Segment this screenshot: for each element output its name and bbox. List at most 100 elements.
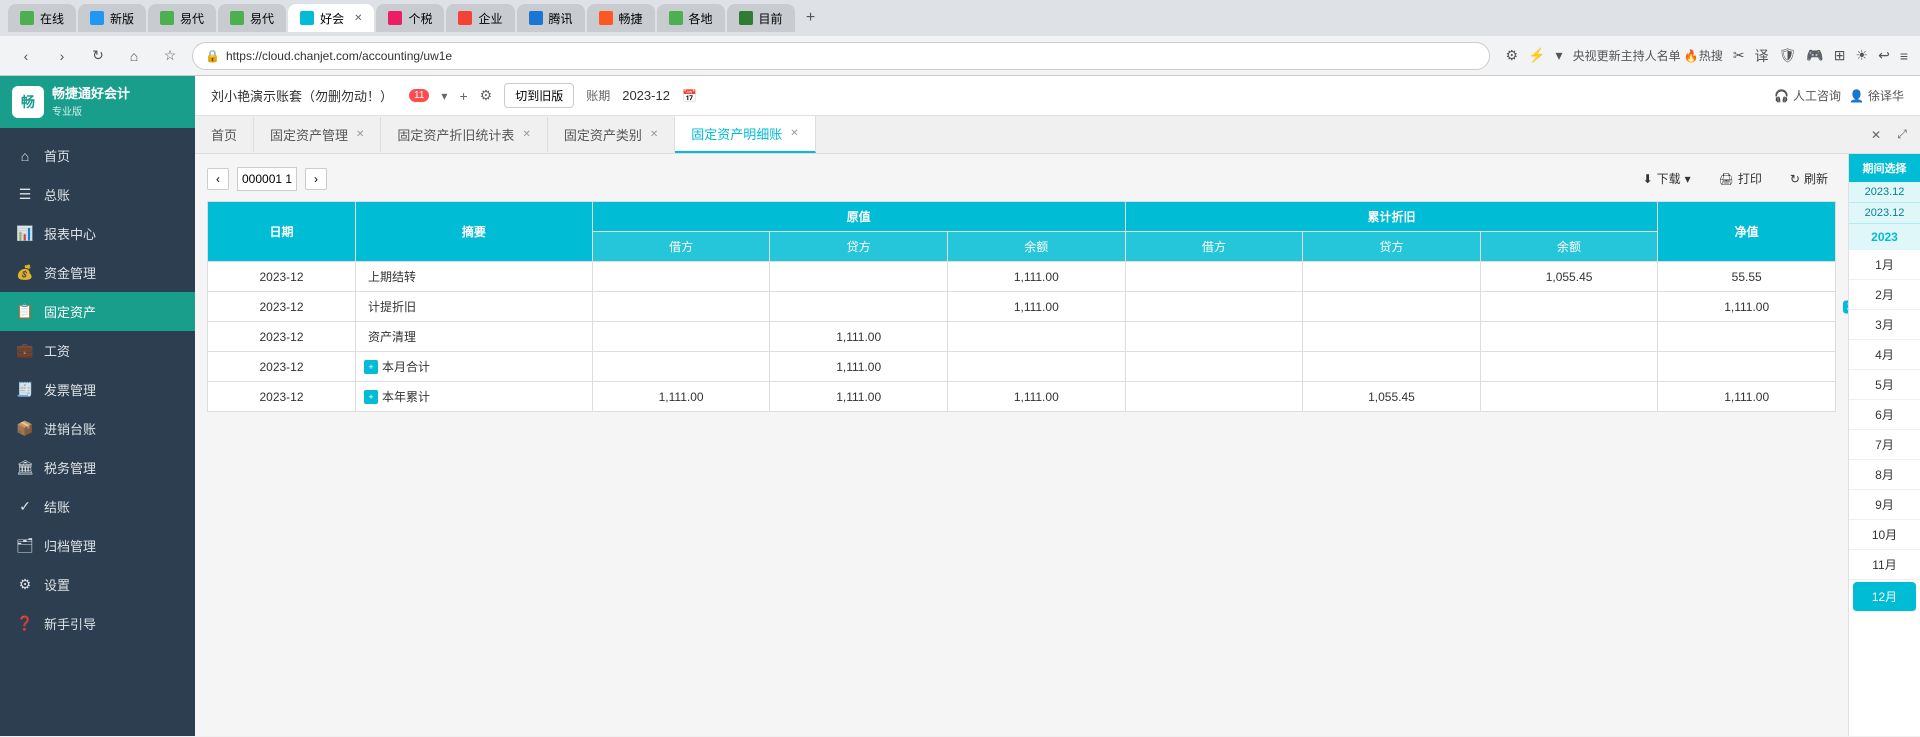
period-month-8[interactable]: 8月 — [1849, 460, 1920, 490]
forward-button[interactable]: › — [48, 42, 76, 70]
browser-tab-gedi[interactable]: 各地 — [657, 4, 725, 32]
sidebar-item-purchase-sales[interactable]: 📦 进销台账 — [0, 409, 195, 448]
period-month-4[interactable]: 4月 — [1849, 340, 1920, 370]
browser-toolbar: ⚙ ⚡ ▾ 央视更新主持人名单 🔥热搜 ✂ 译 🛡 🎮 ⊞ ☀ ↩ ≡ — [1506, 46, 1908, 66]
row-orig-debit-2 — [592, 322, 770, 352]
period-selected-end[interactable]: 2023.12 — [1849, 203, 1920, 224]
grid-icon[interactable]: ⊞ — [1834, 47, 1846, 64]
period-month-6[interactable]: 6月 — [1849, 400, 1920, 430]
period-month-3[interactable]: 3月 — [1849, 310, 1920, 340]
bookmark-button[interactable]: ☆ — [156, 42, 184, 70]
address-bar: ‹ › ↻ ⌂ ☆ 🔒 https://cloud.chanjet.com/ac… — [0, 36, 1920, 76]
next-page-btn[interactable]: › — [305, 168, 327, 190]
browser-tab-new[interactable]: 新版 — [78, 4, 146, 32]
sidebar-item-reports[interactable]: 📊 报表中心 — [0, 214, 195, 253]
period-month-2[interactable]: 2月 — [1849, 280, 1920, 310]
shield-icon[interactable]: 🛡 — [1779, 47, 1797, 64]
calendar-icon[interactable]: 📅 — [682, 89, 697, 103]
back-button[interactable]: ‹ — [12, 42, 40, 70]
sidebar-item-general-ledger[interactable]: ☰ 总账 — [0, 175, 195, 214]
tab-depreciation-stats[interactable]: 固定资产折旧统计表 ✕ — [381, 117, 547, 152]
period-month-10[interactable]: 10月 — [1849, 520, 1920, 550]
menu-icon[interactable]: ≡ — [1900, 48, 1908, 64]
period-month-9[interactable]: 9月 — [1849, 490, 1920, 520]
browser-tab-online[interactable]: 在线 — [8, 4, 76, 32]
browser-tab-geshui[interactable]: 个税 — [376, 4, 444, 32]
browser-tab-yidai2[interactable]: 易代 — [218, 4, 286, 32]
browser-tab-haokuai[interactable]: 好会 ✕ — [288, 4, 374, 32]
row-orig-credit-1 — [770, 292, 948, 322]
tab-close-haokuai[interactable]: ✕ — [354, 13, 362, 24]
tab-asset-category[interactable]: 固定资产类别 ✕ — [548, 117, 675, 152]
period-month-5[interactable]: 5月 — [1849, 370, 1920, 400]
gamepad-icon[interactable]: 🎮 — [1806, 47, 1823, 64]
url-input[interactable]: 🔒 https://cloud.chanjet.com/accounting/u… — [192, 42, 1490, 70]
sidebar-item-tax[interactable]: 🏛 税务管理 — [0, 448, 195, 487]
row-orig-balance-0: 1,111.00 — [947, 262, 1125, 292]
user-profile-btn[interactable]: 👤 徐译华 — [1849, 87, 1904, 104]
refresh-ledger-btn[interactable]: ↻ 刷新 — [1782, 166, 1836, 191]
sidebar-item-settings[interactable]: ⚙ 设置 — [0, 565, 195, 604]
download-btn[interactable]: ⬇ 下载 ▾ — [1635, 166, 1699, 191]
tab-close-depreciation-stats[interactable]: ✕ — [522, 129, 530, 140]
page-navigator: ‹ › — [207, 167, 327, 191]
year-badge: 2023 — [1843, 300, 1848, 313]
period-month-11[interactable]: 11月 — [1849, 550, 1920, 580]
sidebar-item-invoice[interactable]: 🧾 发票管理 — [0, 370, 195, 409]
tab-close-asset-detail[interactable]: ✕ — [790, 128, 798, 139]
sidebar-item-close-account[interactable]: ✓ 结账 — [0, 487, 195, 526]
app-title: 畅捷通好会计 — [52, 86, 130, 103]
sidebar-item-home[interactable]: ⌂ 首页 — [0, 136, 195, 175]
tab-close-asset-category[interactable]: ✕ — [650, 129, 658, 140]
scissors-icon[interactable]: ✂ — [1733, 47, 1745, 64]
row-orig-debit-4: 1,111.00 — [592, 382, 770, 412]
browser-tab-qiye[interactable]: 企业 — [446, 4, 514, 32]
top-bar: 刘小艳演示账套（勿删勿动！） 11 ▾ + ⚙ 切到旧版 账期 2023-12 … — [195, 76, 1920, 116]
lightning-icon[interactable]: ⚡ — [1528, 47, 1545, 64]
row-orig-credit-0 — [770, 262, 948, 292]
dropdown-icon[interactable]: ▾ — [1556, 47, 1563, 64]
ledger-icon: ☰ — [16, 186, 34, 203]
tab-fixed-assets-mgmt[interactable]: 固定资产管理 ✕ — [254, 117, 381, 152]
refresh-button[interactable]: ↻ — [84, 42, 112, 70]
account-badge: 11 — [409, 89, 429, 102]
home-icon: ⌂ — [16, 148, 34, 164]
translate-icon[interactable]: 译 — [1755, 46, 1769, 66]
extensions-icon[interactable]: ⚙ — [1506, 47, 1519, 64]
row-orig-credit-4: 1,111.00 — [770, 382, 948, 412]
expand-panel-btn[interactable]: ⤢ — [1892, 125, 1912, 145]
settings-gear-btn[interactable]: ⚙ — [480, 87, 493, 104]
close-panel-btn[interactable]: ✕ — [1866, 125, 1886, 145]
sidebar-item-funds[interactable]: 💰 资金管理 — [0, 253, 195, 292]
new-tab-button[interactable]: + — [797, 4, 825, 32]
period-month-1[interactable]: 1月 — [1849, 250, 1920, 280]
customer-service-btn[interactable]: 🎧 人工咨询 — [1774, 87, 1841, 104]
tab-asset-detail-ledger[interactable]: 固定资产明细账 ✕ — [675, 116, 815, 153]
add-account-btn[interactable]: + — [459, 88, 467, 104]
period-month-7[interactable]: 7月 — [1849, 430, 1920, 460]
period-value: 2023-12 — [622, 88, 670, 103]
page-number-input[interactable] — [237, 167, 297, 191]
sidebar-item-payroll[interactable]: 💼 工资 — [0, 331, 195, 370]
row-dep-debit-3 — [1125, 352, 1303, 382]
browser-tab-muqian[interactable]: 目前 — [727, 4, 795, 32]
sidebar-item-guide[interactable]: ❓ 新手引导 — [0, 604, 195, 643]
sidebar-item-archive[interactable]: 🗂 归档管理 — [0, 526, 195, 565]
close-acct-icon: ✓ — [16, 498, 34, 515]
period-selected-start[interactable]: 2023.12 — [1849, 182, 1920, 203]
home-button[interactable]: ⌂ — [120, 42, 148, 70]
browser-tab-yidai1[interactable]: 易代 — [148, 4, 216, 32]
sidebar-item-fixed-assets[interactable]: 📋 固定资产 — [0, 292, 195, 331]
tab-home[interactable]: 首页 — [195, 117, 254, 152]
brightness-icon[interactable]: ☀ — [1856, 47, 1869, 64]
row-orig-balance-2 — [947, 322, 1125, 352]
period-month-12[interactable]: 12月 — [1853, 582, 1916, 612]
prev-page-btn[interactable]: ‹ — [207, 168, 229, 190]
switch-version-btn[interactable]: 切到旧版 — [504, 83, 574, 108]
browser-tab-tencent[interactable]: 腾讯 — [517, 4, 585, 32]
undo-icon[interactable]: ↩ — [1878, 47, 1890, 64]
print-btn[interactable]: 🖨 打印 — [1711, 166, 1770, 191]
tab-close-fixed-assets[interactable]: ✕ — [356, 129, 364, 140]
dropdown-arrow[interactable]: ▾ — [441, 89, 447, 103]
browser-tab-changjie[interactable]: 畅捷 — [587, 4, 655, 32]
